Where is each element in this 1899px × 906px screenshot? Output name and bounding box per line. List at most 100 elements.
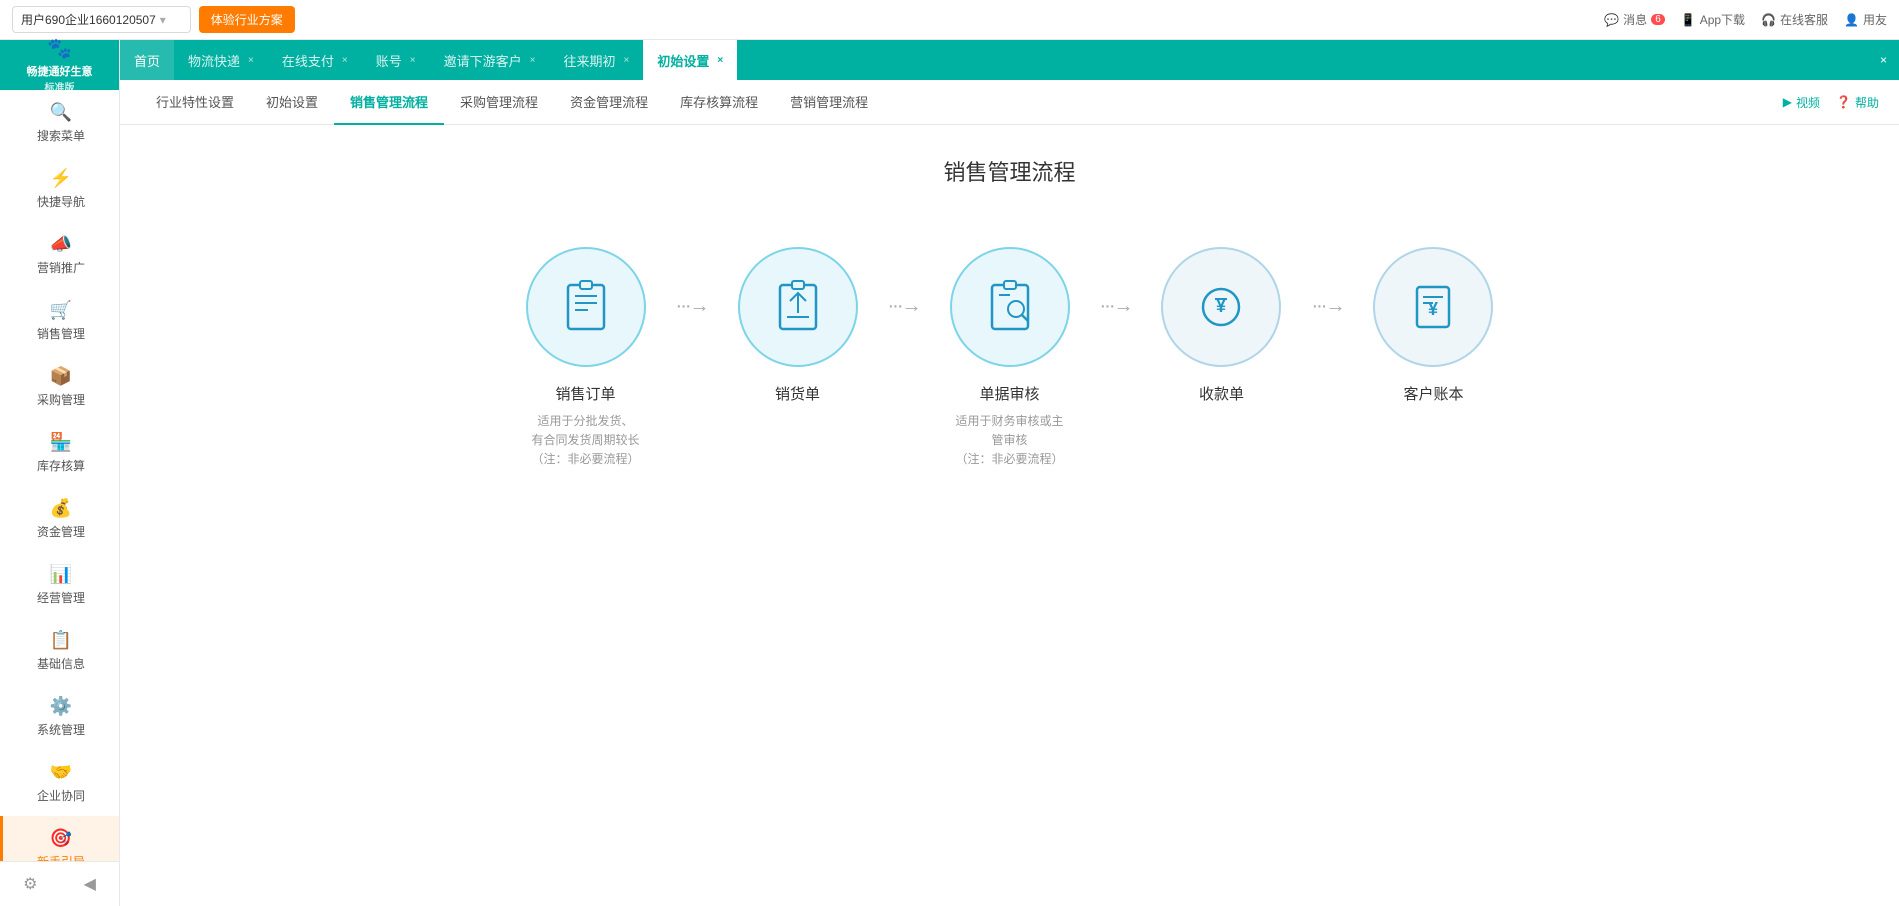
- help-icon: ❓: [1836, 95, 1851, 109]
- sidebar-item-corp[interactable]: 🤝 企业协同: [0, 750, 119, 816]
- sub-tab-purchase-flow[interactable]: 采购管理流程: [444, 80, 554, 125]
- close-downstream-icon[interactable]: ×: [530, 55, 536, 66]
- sub-tab-init-label: 初始设置: [266, 95, 318, 110]
- close-all-btn[interactable]: ×: [1868, 53, 1899, 67]
- flow-circle-invoice: [738, 247, 858, 367]
- video-btn[interactable]: ▶ 视频: [1783, 94, 1820, 111]
- flow-arrow-3: ···→: [1100, 247, 1132, 318]
- nav-tab-payment[interactable]: 在线支付 ×: [268, 40, 362, 80]
- flow-step-name-receipt: 收款单: [1199, 383, 1244, 404]
- logistics-label: 物流快递: [188, 51, 240, 70]
- trial-btn[interactable]: 体验行业方案: [199, 6, 295, 33]
- sub-tab-finance-flow[interactable]: 资金管理流程: [554, 80, 664, 125]
- search-icon: 🔍: [50, 102, 72, 123]
- flow-circle-receipt: ¥: [1161, 247, 1281, 367]
- sidebar-label-quick: 快捷导航: [37, 193, 85, 210]
- flow-arrow-1: ···→: [676, 247, 708, 318]
- corp-icon: 🤝: [50, 762, 72, 783]
- sidebar-label-inventory: 库存核算: [37, 457, 85, 474]
- app-download-btn[interactable]: 📱 App下载: [1681, 11, 1745, 28]
- receipt-icon: ¥: [1193, 279, 1249, 335]
- flow-arrow-4: ···→: [1311, 247, 1343, 318]
- sidebar-item-search[interactable]: 🔍 搜索菜单: [0, 90, 119, 156]
- close-logistics-icon[interactable]: ×: [248, 55, 254, 66]
- sub-tab-inventory-flow[interactable]: 库存核算流程: [664, 80, 774, 125]
- service-label: 在线客服: [1780, 11, 1828, 28]
- logo-area: 🐾 畅捷通好生意 标准版: [0, 40, 119, 90]
- settings-btn[interactable]: ⚙: [19, 870, 41, 898]
- quick-icon: ⚡: [50, 168, 72, 189]
- user-label: 用户690企业1660120507: [21, 11, 156, 28]
- layout: 🐾 畅捷通好生意 标准版 🔍 搜索菜单 ⚡ 快捷导航 📣 营销推广 🛒 销售管理: [0, 40, 1899, 906]
- sidebar-item-newuser[interactable]: 🎯 新手引导: [0, 816, 119, 861]
- sidebar-item-operations[interactable]: 📊 经营管理: [0, 552, 119, 618]
- close-init-icon[interactable]: ×: [717, 55, 723, 66]
- avatar-icon: 👤: [1844, 13, 1859, 27]
- sub-tab-marketing-flow[interactable]: 营销管理流程: [774, 80, 884, 125]
- chevron-down-icon: ▾: [160, 13, 166, 27]
- flow-step-name-invoice: 销货单: [775, 383, 820, 404]
- flow-circle-account: ¥: [1373, 247, 1493, 367]
- payment-label: 在线支付: [282, 51, 334, 70]
- sidebar-item-basic[interactable]: 📋 基础信息: [0, 618, 119, 684]
- audit-icon: [982, 279, 1038, 335]
- flow-step-desc-sales-order: 适用于分批发货、有合同发货周期较长（注：非必要流程）: [532, 412, 640, 470]
- flow-step-account: ¥ 客户账本: [1343, 247, 1523, 412]
- nav-tab-home[interactable]: 首页: [120, 40, 174, 80]
- sidebar-label-corp: 企业协同: [37, 787, 85, 804]
- user-menu-btn[interactable]: 👤 用友: [1844, 11, 1887, 28]
- close-accounts-icon[interactable]: ×: [410, 55, 416, 66]
- flow-circle-sales-order: [526, 247, 646, 367]
- sub-tab-init[interactable]: 初始设置: [250, 80, 334, 125]
- close-payment-icon[interactable]: ×: [342, 55, 348, 66]
- sidebar-item-purchase[interactable]: 📦 采购管理: [0, 354, 119, 420]
- sidebar-label-purchase: 采购管理: [37, 391, 85, 408]
- sub-tab-actions: ▶ 视频 ❓ 帮助: [1783, 94, 1879, 111]
- finance-icon: 💰: [50, 498, 72, 519]
- flow-step-name-sales-order: 销售订单: [556, 383, 616, 404]
- flow-step-name-account: 客户账本: [1403, 383, 1463, 404]
- main: 首页 物流快递 × 在线支付 × 账号 × 邀请下游客户 × 往来期初 ×: [120, 40, 1899, 906]
- sub-tab-marketing-flow-label: 营销管理流程: [790, 95, 868, 110]
- nav-tab-downstream[interactable]: 邀请下游客户 ×: [430, 40, 550, 80]
- sub-tab-industry[interactable]: 行业特性设置: [140, 80, 250, 125]
- flow-step-name-audit: 单据审核: [979, 383, 1039, 404]
- nav-tab-init[interactable]: 初始设置 ×: [643, 40, 737, 80]
- sidebar-item-marketing[interactable]: 📣 营销推广: [0, 222, 119, 288]
- marketing-icon: 📣: [50, 234, 72, 255]
- sub-tabs: 行业特性设置 初始设置 销售管理流程 采购管理流程 资金管理流程 库存核算流程: [120, 80, 1899, 125]
- sidebar-item-quick[interactable]: ⚡ 快捷导航: [0, 156, 119, 222]
- sidebar-item-inventory[interactable]: 🏪 库存核算: [0, 420, 119, 486]
- collapse-btn[interactable]: ◀: [80, 870, 100, 898]
- sub-tab-purchase-flow-label: 采购管理流程: [460, 95, 538, 110]
- flow-arrow-2: ···→: [888, 247, 920, 318]
- account-icon: ¥: [1405, 279, 1461, 335]
- sidebar-item-finance[interactable]: 💰 资金管理: [0, 486, 119, 552]
- nav-tab-period[interactable]: 往来期初 ×: [549, 40, 643, 80]
- sub-tab-industry-label: 行业特性设置: [156, 95, 234, 110]
- sidebar-label-operations: 经营管理: [37, 589, 85, 606]
- sidebar-label-basic: 基础信息: [37, 655, 85, 672]
- sub-tab-sales-flow[interactable]: 销售管理流程: [334, 80, 444, 125]
- sidebar-item-system[interactable]: ⚙️ 系统管理: [0, 684, 119, 750]
- online-service-btn[interactable]: 🎧 在线客服: [1761, 11, 1828, 28]
- sub-tab-sales-flow-label: 销售管理流程: [350, 95, 428, 110]
- help-btn[interactable]: ❓ 帮助: [1836, 94, 1879, 111]
- sidebar-item-sales[interactable]: 🛒 销售管理: [0, 288, 119, 354]
- close-period-icon[interactable]: ×: [623, 55, 629, 66]
- message-btn[interactable]: 💬 消息 6: [1604, 11, 1665, 28]
- user-selector[interactable]: 用户690企业1660120507 ▾: [12, 6, 191, 33]
- sidebar-bottom: ⚙ ◀: [0, 861, 119, 906]
- logo-icon: 🐾: [27, 36, 93, 61]
- sub-tab-inventory-flow-label: 库存核算流程: [680, 95, 758, 110]
- system-icon: ⚙️: [50, 696, 72, 717]
- app-icon: 📱: [1681, 13, 1696, 27]
- downstream-label: 邀请下游客户: [444, 51, 522, 70]
- nav-tab-logistics[interactable]: 物流快递 ×: [174, 40, 268, 80]
- flow-content: 销售管理流程 销售订单: [120, 125, 1899, 500]
- sidebar: 🐾 畅捷通好生意 标准版 🔍 搜索菜单 ⚡ 快捷导航 📣 营销推广 🛒 销售管理: [0, 40, 120, 906]
- flow-circle-audit: [950, 247, 1070, 367]
- logo-line2: 标准版: [27, 79, 93, 94]
- nav-tab-accounts[interactable]: 账号 ×: [362, 40, 430, 80]
- invoice-icon: [770, 279, 826, 335]
